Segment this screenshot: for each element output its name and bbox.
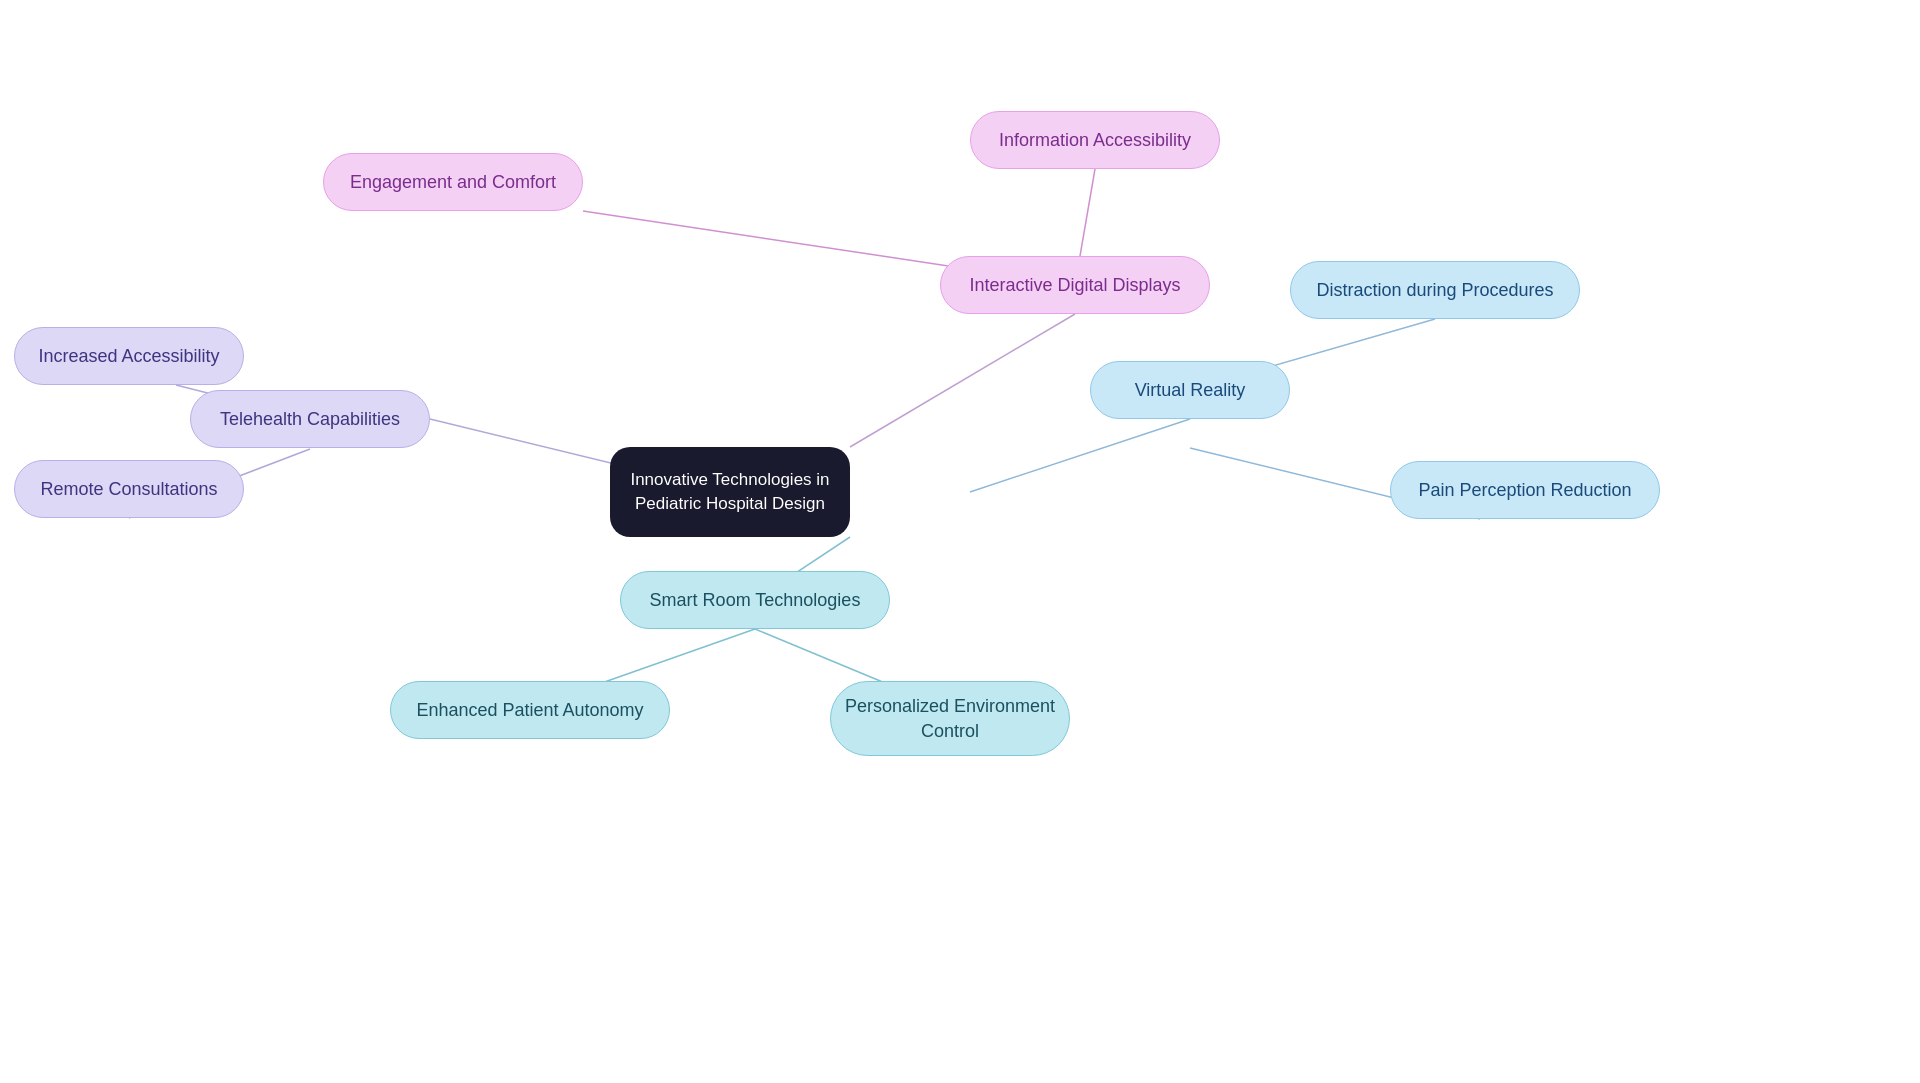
remote-consultations-label: Remote Consultations xyxy=(36,477,221,501)
virtual-reality-node: Virtual Reality xyxy=(1090,361,1290,419)
pain-perception-node: Pain Perception Reduction xyxy=(1390,461,1660,519)
information-accessibility-node: Information Accessibility xyxy=(970,111,1220,169)
interactive-digital-node: Interactive Digital Displays xyxy=(940,256,1210,314)
pain-perception-label: Pain Perception Reduction xyxy=(1414,478,1635,502)
increased-accessibility-label: Increased Accessibility xyxy=(34,344,223,368)
engagement-comfort-node: Engagement and Comfort xyxy=(323,153,583,211)
information-accessibility-label: Information Accessibility xyxy=(995,128,1195,152)
distraction-procedures-label: Distraction during Procedures xyxy=(1312,278,1557,302)
remote-consultations-node: Remote Consultations xyxy=(14,460,244,518)
telehealth-node: Telehealth Capabilities xyxy=(190,390,430,448)
telehealth-label: Telehealth Capabilities xyxy=(216,407,404,431)
increased-accessibility-node: Increased Accessibility xyxy=(14,327,244,385)
svg-line-2 xyxy=(970,419,1190,492)
personalized-env-label: Personalized Environment Control xyxy=(831,694,1069,743)
engagement-comfort-label: Engagement and Comfort xyxy=(346,170,560,194)
center-node: Innovative Technologies in Pediatric Hos… xyxy=(610,447,850,537)
center-label: Innovative Technologies in Pediatric Hos… xyxy=(610,468,850,516)
interactive-digital-label: Interactive Digital Displays xyxy=(965,273,1184,297)
enhanced-patient-node: Enhanced Patient Autonomy xyxy=(390,681,670,739)
distraction-procedures-node: Distraction during Procedures xyxy=(1290,261,1580,319)
smart-room-node: Smart Room Technologies xyxy=(620,571,890,629)
smart-room-label: Smart Room Technologies xyxy=(646,588,865,612)
enhanced-patient-label: Enhanced Patient Autonomy xyxy=(412,698,647,722)
personalized-env-node: Personalized Environment Control xyxy=(830,681,1070,756)
svg-line-0 xyxy=(850,314,1075,447)
virtual-reality-label: Virtual Reality xyxy=(1131,378,1250,402)
